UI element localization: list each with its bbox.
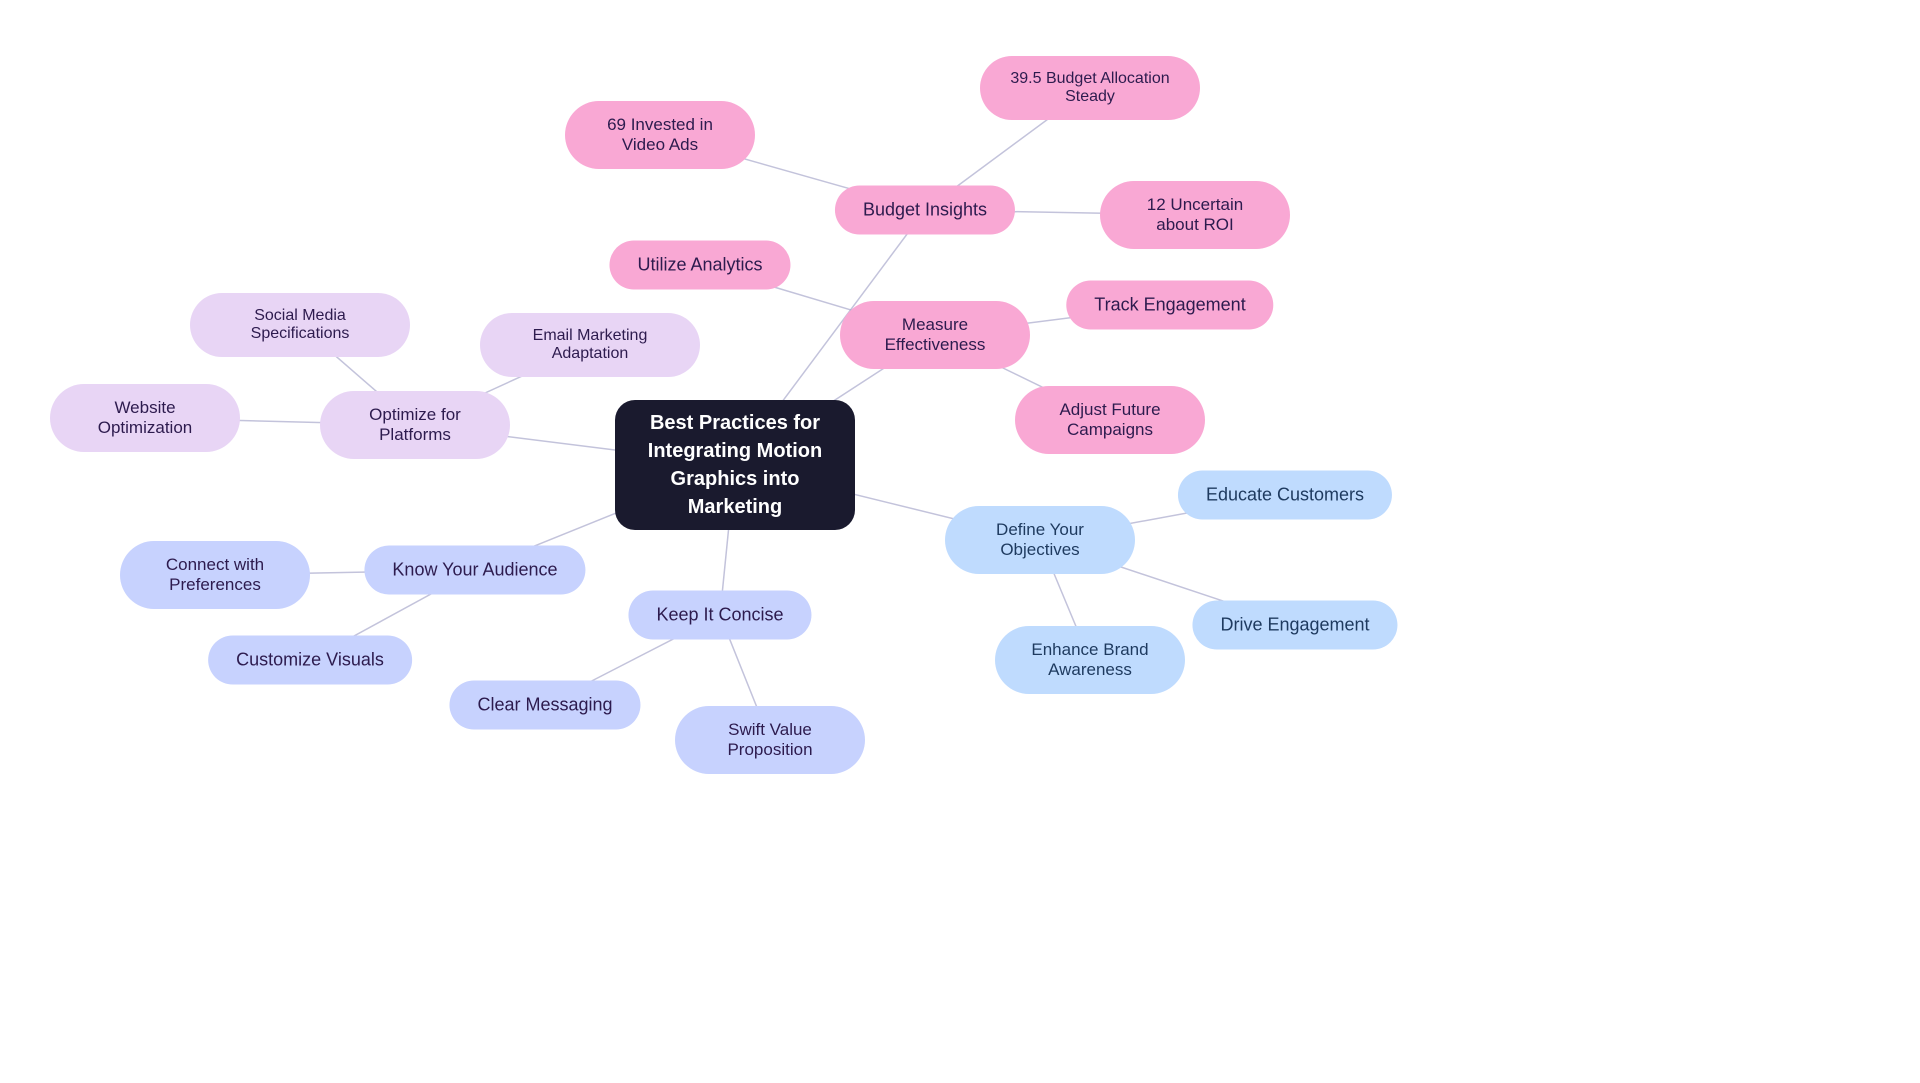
optimize-platforms-node[interactable]: Optimize for Platforms [320, 391, 510, 459]
social-media-node[interactable]: Social Media Specifications [190, 293, 410, 357]
utilize-analytics-node[interactable]: Utilize Analytics [609, 241, 790, 290]
invested-video-node[interactable]: 69 Invested in Video Ads [565, 101, 755, 169]
center-node[interactable]: Best Practices for Integrating Motion Gr… [615, 400, 855, 530]
connect-pref-node[interactable]: Connect with Preferences [120, 541, 310, 609]
clear-messaging-node[interactable]: Clear Messaging [449, 681, 640, 730]
keep-concise-node[interactable]: Keep It Concise [628, 591, 811, 640]
drive-engagement-node[interactable]: Drive Engagement [1192, 601, 1397, 650]
know-audience-node[interactable]: Know Your Audience [364, 546, 585, 595]
measure-effectiveness-node[interactable]: Measure Effectiveness [840, 301, 1030, 369]
enhance-brand-node[interactable]: Enhance Brand Awareness [995, 626, 1185, 694]
customize-visuals-node[interactable]: Customize Visuals [208, 636, 412, 685]
educate-customers-node[interactable]: Educate Customers [1178, 471, 1392, 520]
swift-value-node[interactable]: Swift Value Proposition [675, 706, 865, 774]
track-engagement-node[interactable]: Track Engagement [1066, 281, 1273, 330]
uncertain-roi-node[interactable]: 12 Uncertain about ROI [1100, 181, 1290, 249]
website-opt-node[interactable]: Website Optimization [50, 384, 240, 452]
define-objectives-node[interactable]: Define Your Objectives [945, 506, 1135, 574]
mindmap-container: Best Practices for Integrating Motion Gr… [0, 0, 1920, 1083]
budget-allocation-node[interactable]: 39.5 Budget Allocation Steady [980, 56, 1200, 120]
budget-insights-node[interactable]: Budget Insights [835, 186, 1015, 235]
email-marketing-node[interactable]: Email Marketing Adaptation [480, 313, 700, 377]
adjust-campaigns-node[interactable]: Adjust Future Campaigns [1015, 386, 1205, 454]
